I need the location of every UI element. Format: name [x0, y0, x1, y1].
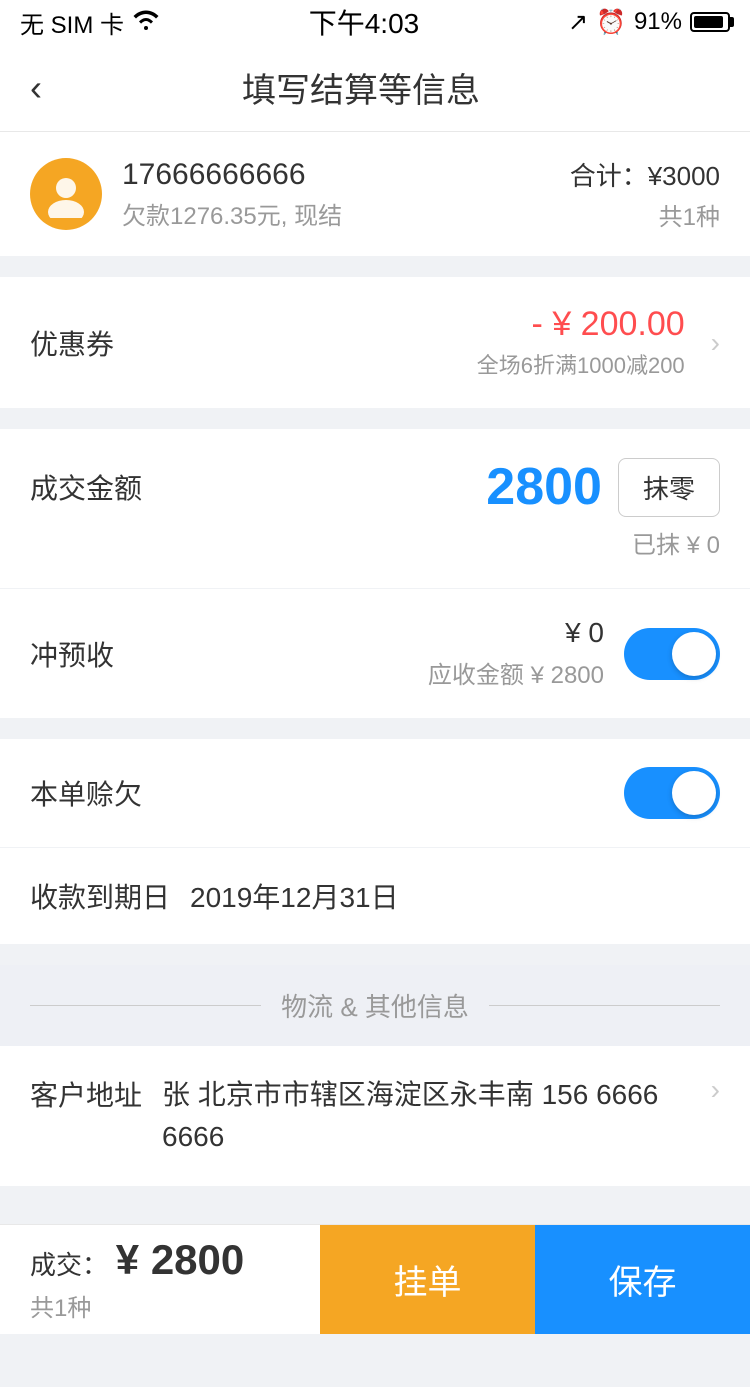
due-date-section: 收款到期日 2019年12月31日 — [0, 848, 750, 945]
debt-section: 本单赊欠 — [0, 739, 750, 848]
divider-4 — [0, 945, 750, 965]
deal-amount-value: 2800 — [486, 457, 602, 517]
due-date-value: 2019年12月31日 — [190, 876, 399, 916]
precharge-receivable: 应收金额 ¥ 2800 — [428, 655, 604, 690]
chevron-right-icon: › — [711, 327, 720, 359]
coupon-value: - ¥ 200.00 全场6折满1000减200 — [477, 305, 685, 380]
precharge-right: ¥ 0 应收金额 ¥ 2800 — [428, 617, 720, 690]
total-count: 共1种 — [570, 197, 720, 232]
alarm-icon: ⏰ — [596, 8, 626, 37]
toggle-knob — [672, 632, 716, 676]
logistics-line-right — [489, 1005, 720, 1006]
customer-debt: 欠款1276.35元, 现结 — [122, 196, 342, 231]
back-button[interactable]: ‹ — [30, 67, 62, 109]
deal-amount-row: 成交金额 2800 抹零 — [30, 457, 720, 517]
customer-info: 17666666666 欠款1276.35元, 现结 — [122, 158, 342, 231]
status-left: 无 SIM 卡 — [20, 5, 160, 40]
chevron-right-icon-address: › — [711, 1074, 720, 1106]
battery-icon — [690, 12, 730, 32]
debt-label: 本单赊欠 — [30, 773, 142, 813]
status-right: ↗ ⏰ 91% — [568, 8, 730, 37]
wifi-icon — [132, 8, 160, 37]
footer-deal-line: 成交： ¥ 2800 — [30, 1236, 290, 1284]
debt-toggle[interactable] — [624, 767, 720, 819]
footer-summary: 成交： ¥ 2800 共1种 — [0, 1236, 320, 1323]
carrier-label: 无 SIM 卡 — [20, 5, 124, 40]
deal-amount-section: 成交金额 2800 抹零 已抹 ¥ 0 — [0, 429, 750, 589]
customer-right: 合计：¥3000 共1种 — [570, 156, 720, 232]
address-section[interactable]: 客户地址 张 北京市市辖区海淀区永丰南 156 6666 6666 › — [0, 1046, 750, 1187]
hold-button[interactable]: 挂单 — [320, 1225, 535, 1334]
address-value: 张 北京市市辖区海淀区永丰南 156 6666 6666 — [162, 1074, 685, 1158]
customer-card: 17666666666 欠款1276.35元, 现结 合计：¥3000 共1种 — [0, 132, 750, 256]
precharge-row: 冲预收 ¥ 0 应收金额 ¥ 2800 — [30, 617, 720, 690]
coupon-label: 优惠券 — [30, 323, 114, 363]
coupon-desc: 全场6折满1000减200 — [477, 348, 685, 380]
avatar — [30, 158, 102, 230]
precharge-label: 冲预收 — [30, 634, 114, 674]
divider-3 — [0, 719, 750, 739]
due-date-label: 收款到期日 — [30, 876, 170, 916]
logistics-header: 物流 & 其他信息 — [0, 965, 750, 1046]
divider-1 — [0, 257, 750, 277]
footer-bar: 成交： ¥ 2800 共1种 挂单 保存 — [0, 1224, 750, 1334]
customer-phone: 17666666666 — [122, 158, 342, 192]
status-bar: 无 SIM 卡 下午4:03 ↗ ⏰ 91% — [0, 0, 750, 44]
deal-sub: 已抹 ¥ 0 — [30, 525, 720, 560]
address-label: 客户地址 — [30, 1074, 142, 1114]
coupon-row[interactable]: 优惠券 - ¥ 200.00 全场6折满1000减200 › — [0, 277, 750, 409]
status-time: 下午4:03 — [309, 2, 420, 42]
page-title: 填写结算等信息 — [62, 63, 660, 112]
precharge-amount: ¥ 0 — [428, 617, 604, 649]
deal-amount-right: 2800 抹零 — [486, 457, 720, 517]
debt-toggle-knob — [672, 771, 716, 815]
coupon-right: - ¥ 200.00 全场6折满1000减200 › — [477, 305, 720, 380]
battery-percent: 91% — [634, 8, 682, 36]
coupon-amount: - ¥ 200.00 — [477, 305, 685, 344]
precharge-section: 冲预收 ¥ 0 应收金额 ¥ 2800 — [0, 589, 750, 719]
deal-amount-label: 成交金额 — [30, 467, 142, 507]
divider-2 — [0, 409, 750, 429]
nav-bar: ‹ 填写结算等信息 — [0, 44, 750, 132]
footer-count: 共1种 — [30, 1288, 290, 1323]
customer-left: 17666666666 欠款1276.35元, 现结 — [30, 158, 342, 231]
precharge-values: ¥ 0 应收金额 ¥ 2800 — [428, 617, 604, 690]
precharge-toggle[interactable] — [624, 628, 720, 680]
total-label: 合计：¥3000 — [570, 156, 720, 193]
address-chevron: › — [701, 1074, 720, 1106]
footer-actions: 挂单 保存 — [320, 1225, 750, 1334]
footer-deal-amount: ¥ 2800 — [116, 1236, 244, 1284]
location-icon: ↗ — [568, 8, 588, 37]
logistics-title: 物流 & 其他信息 — [261, 987, 489, 1024]
round-off-button[interactable]: 抹零 — [618, 458, 720, 517]
footer-deal-label: 成交： — [30, 1250, 108, 1280]
logistics-line-left — [30, 1005, 261, 1006]
save-button[interactable]: 保存 — [535, 1225, 750, 1334]
